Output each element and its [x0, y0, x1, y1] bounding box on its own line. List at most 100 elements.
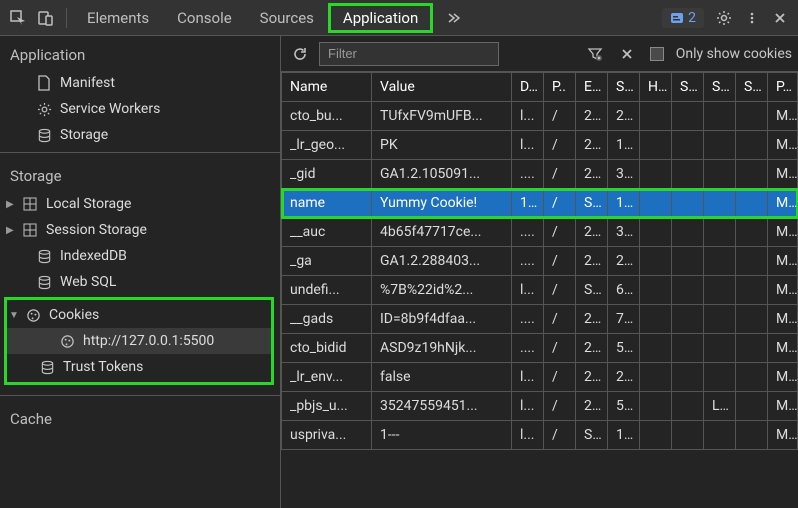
column-header[interactable]: Value — [372, 73, 512, 102]
tab-application[interactable]: Application — [328, 3, 433, 33]
sidebar-item-service-workers[interactable]: Service Workers — [0, 96, 280, 122]
column-header[interactable]: P.. — [768, 73, 798, 102]
menu-icon[interactable] — [738, 4, 766, 32]
column-header[interactable]: E.. — [576, 73, 608, 102]
cell-sa — [672, 334, 704, 363]
more-tabs-icon[interactable] — [439, 4, 467, 32]
cell-h — [640, 392, 672, 421]
cell-e: 2... — [576, 305, 608, 334]
table-row[interactable]: __gadsID=8b9f4dfaa......./2...7...M.. — [282, 305, 798, 334]
cell-e: S... — [576, 276, 608, 305]
column-header[interactable]: Name — [282, 73, 372, 102]
cell-sc — [736, 218, 768, 247]
devtools-tabbar: Elements Console Sources Application 2 — [0, 0, 798, 36]
cell-name: name — [282, 189, 372, 218]
column-header[interactable]: H.. — [640, 73, 672, 102]
table-row[interactable]: _lr_env...falsel.../2...2...M.. — [282, 363, 798, 392]
column-header[interactable]: S.. — [736, 73, 768, 102]
cell-s: 5... — [608, 334, 640, 363]
cell-s: 1... — [608, 131, 640, 160]
cell-sa — [672, 421, 704, 450]
cell-e: 2... — [576, 334, 608, 363]
cell-sc — [736, 276, 768, 305]
cell-sc — [736, 305, 768, 334]
cell-d: .... — [512, 305, 544, 334]
tab-elements[interactable]: Elements — [73, 0, 163, 35]
table-row[interactable]: uspriva...1---l.../S...1...M.. — [282, 421, 798, 450]
table-row[interactable]: __auc4b65f47717ce......./2...3...M.. — [282, 218, 798, 247]
cell-e: 2... — [576, 392, 608, 421]
table-row[interactable]: cto_bididASD9z19hNjk......./2...5...M.. — [282, 334, 798, 363]
sidebar-item-trust-tokens[interactable]: Trust Tokens — [7, 354, 271, 380]
cell-name: _gid — [282, 160, 372, 189]
cell-value: PK — [372, 131, 512, 160]
sidebar-item-indexeddb[interactable]: IndexedDB — [0, 243, 280, 269]
sidebar-item-local-storage[interactable]: ▶ Local Storage — [0, 191, 280, 217]
cell-h — [640, 160, 672, 189]
table-row[interactable]: _pbjs_u...35247559451...l.../2...5...L..… — [282, 392, 798, 421]
cell-e: S... — [576, 189, 608, 218]
refresh-icon[interactable] — [287, 41, 313, 67]
column-header[interactable]: S.. — [608, 73, 640, 102]
cell-sb — [704, 421, 736, 450]
filter-input[interactable] — [319, 42, 499, 66]
tab-sources[interactable]: Sources — [246, 0, 328, 35]
cell-sc — [736, 160, 768, 189]
cell-s: 1... — [608, 421, 640, 450]
cell-p: / — [544, 305, 576, 334]
cell-sb — [704, 247, 736, 276]
cell-sc — [736, 102, 768, 131]
cell-d: .... — [512, 247, 544, 276]
cookie-icon — [23, 308, 43, 323]
cell-h — [640, 363, 672, 392]
column-header[interactable]: D.. — [512, 73, 544, 102]
sidebar-item-storage[interactable]: Storage — [0, 122, 280, 148]
cell-p: / — [544, 276, 576, 305]
grid-icon — [20, 223, 40, 237]
cell-d: l... — [512, 363, 544, 392]
table-row[interactable]: cto_bu...TUfxFV9mUFB...l.../2...2...M.. — [282, 102, 798, 131]
cell-sa — [672, 131, 704, 160]
table-row[interactable]: _gidGA1.2.105091......./2...3...M.. — [282, 160, 798, 189]
cell-p: / — [544, 421, 576, 450]
cell-p: / — [544, 131, 576, 160]
sidebar-item-session-storage[interactable]: ▶ Session Storage — [0, 217, 280, 243]
section-storage: Storage — [0, 157, 280, 191]
cell-pr: M.. — [768, 363, 798, 392]
sidebar-label: Session Storage — [46, 222, 147, 238]
cell-s: 6... — [608, 276, 640, 305]
cell-name: undefi... — [282, 276, 372, 305]
cell-sb — [704, 102, 736, 131]
only-show-cookies-checkbox[interactable] — [650, 47, 664, 61]
settings-gear-icon[interactable] — [710, 4, 738, 32]
column-header[interactable]: P.. — [544, 73, 576, 102]
table-row[interactable]: _lr_geo...PKl.../2...1...M.. — [282, 131, 798, 160]
clear-filter-icon[interactable] — [582, 41, 608, 67]
sidebar-label: Trust Tokens — [63, 359, 143, 375]
application-sidebar: Application Manifest Service Workers Sto… — [0, 36, 281, 508]
tab-console[interactable]: Console — [163, 0, 246, 35]
table-row[interactable]: nameYummy Cookie!1.../S...1...M.. — [282, 189, 798, 218]
sidebar-item-cookies[interactable]: ▼ Cookies — [7, 302, 271, 328]
chevron-right-icon: ▶ — [6, 199, 20, 210]
issues-button[interactable]: 2 — [662, 8, 704, 28]
sidebar-item-websql[interactable]: Web SQL — [0, 269, 280, 295]
clear-all-icon[interactable] — [614, 41, 640, 67]
cell-h — [640, 247, 672, 276]
column-header[interactable]: S.. — [704, 73, 736, 102]
sidebar-label: Manifest — [60, 75, 115, 91]
inspect-icon[interactable] — [4, 4, 32, 32]
device-toolbar-icon[interactable] — [32, 4, 60, 32]
cookies-table: NameValueD..P..E..S..H..S..S..S..P.. cto… — [281, 72, 798, 450]
table-row[interactable]: undefi...%7B%22id%2...l.../S...6...M.. — [282, 276, 798, 305]
close-devtools-icon[interactable] — [766, 4, 794, 32]
cell-sa — [672, 160, 704, 189]
table-row[interactable]: _gaGA1.2.288403......./2...2...M.. — [282, 247, 798, 276]
cell-pr: M.. — [768, 334, 798, 363]
column-header[interactable]: S.. — [672, 73, 704, 102]
sidebar-item-cookie-origin[interactable]: http://127.0.0.1:5500 — [7, 328, 271, 354]
cell-sa — [672, 247, 704, 276]
cell-name: cto_bu... — [282, 102, 372, 131]
section-application: Application — [0, 36, 280, 70]
sidebar-item-manifest[interactable]: Manifest — [0, 70, 280, 96]
